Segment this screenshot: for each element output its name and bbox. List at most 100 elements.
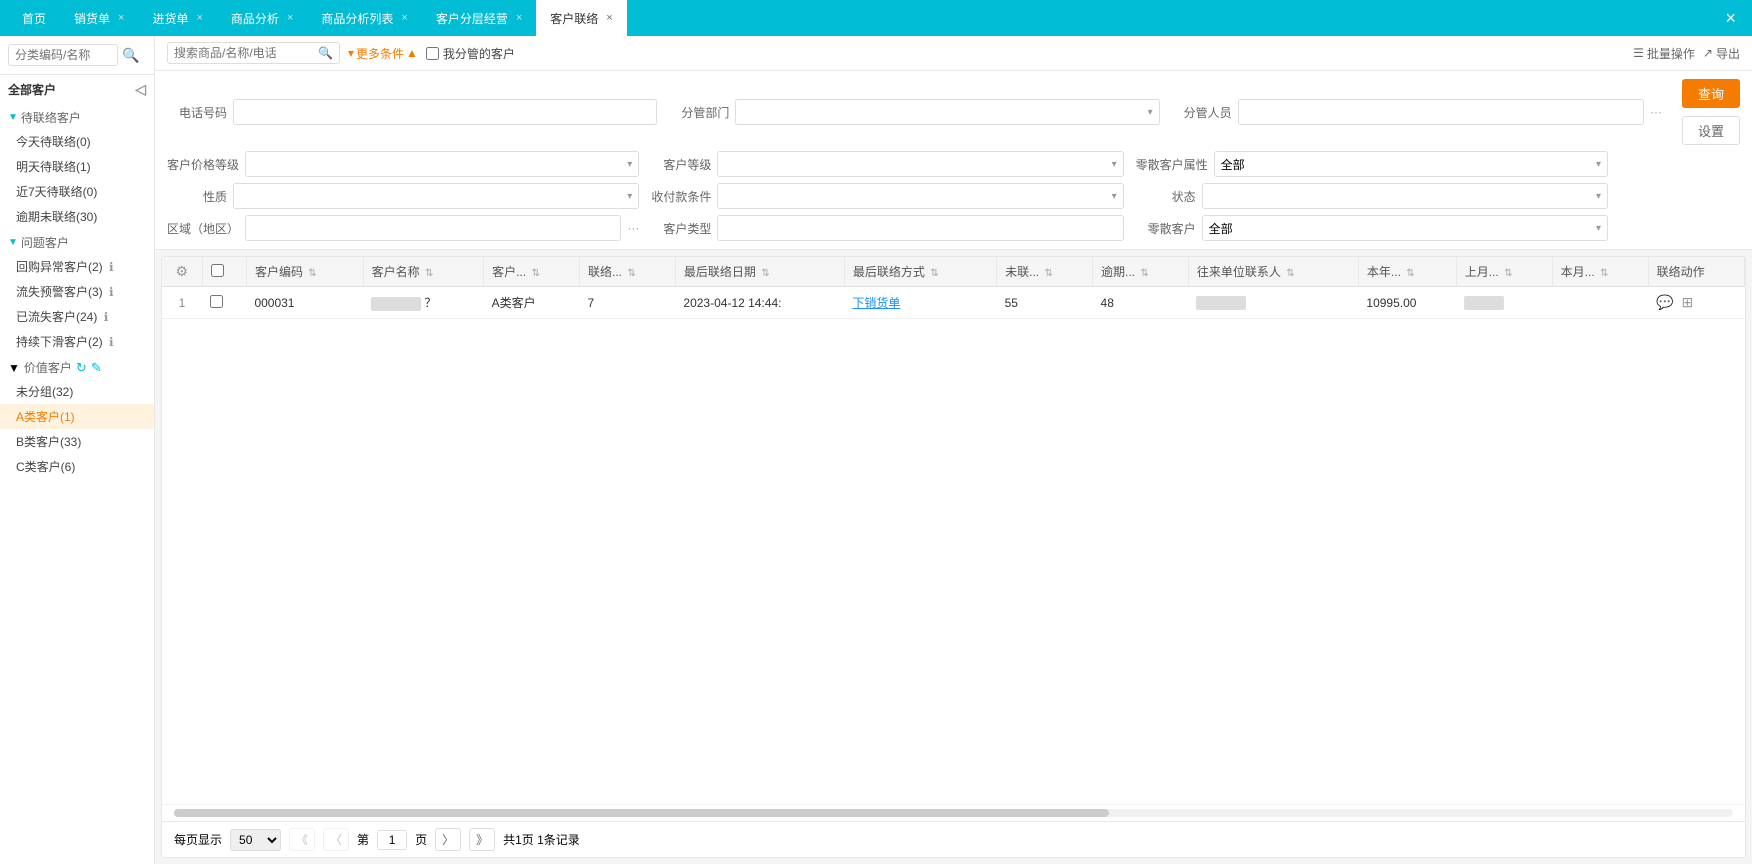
value-arrow-icon: ▼ — [8, 361, 20, 375]
region-more-icon[interactable]: ··· — [627, 221, 639, 235]
sidebar-item-churned[interactable]: 已流失客户(24) ℹ — [0, 304, 154, 329]
scattered-attr-select[interactable]: 全部 ▾ — [1214, 151, 1608, 177]
row-checkbox[interactable] — [210, 295, 223, 308]
hint-icon-declining: ℹ — [109, 335, 114, 349]
sidebar-item-unclassified[interactable]: 未分组(32) — [0, 379, 154, 404]
close-product-analysis[interactable]: × — [287, 12, 293, 24]
col-last-month[interactable]: 上月... ⇅ — [1456, 257, 1552, 287]
sidebar-item-today-pending[interactable]: 今天待联络(0) — [0, 129, 154, 154]
dept-arrow-icon: ▾ — [1148, 107, 1153, 118]
search-input[interactable] — [174, 46, 314, 60]
col-last-month-label: 上月... — [1465, 265, 1499, 279]
settings-button[interactable]: 设置 — [1682, 116, 1740, 145]
sidebar-item-7day-pending[interactable]: 近7天待联络(0) — [0, 179, 154, 204]
sidebar-item-declining[interactable]: 持续下滑客户(2) ℹ — [0, 329, 154, 354]
export-button[interactable]: ↗ 导出 — [1703, 45, 1740, 62]
nav-home[interactable]: 首页 — [8, 0, 60, 36]
horizontal-scrollbar-area — [162, 804, 1745, 821]
col-contact-count[interactable]: 联络... ⇅ — [580, 257, 676, 287]
col-contact-person[interactable]: 往来单位联系人 ⇅ — [1188, 257, 1358, 287]
col-gear: ⚙ — [162, 257, 202, 287]
price-level-select[interactable]: ▾ — [245, 151, 639, 177]
close-customer-contact[interactable]: × — [606, 12, 612, 24]
window-close-button[interactable]: × — [1717, 8, 1744, 29]
more-filters-button[interactable]: ▾ 更多条件 ▲ — [348, 45, 418, 62]
region-input[interactable] — [245, 215, 621, 241]
sort-date-icon: ⇅ — [761, 268, 769, 279]
sidebar-item-tomorrow-pending[interactable]: 明天待联络(1) — [0, 154, 154, 179]
close-customer-segment[interactable]: × — [516, 12, 522, 24]
nature-select[interactable]: ▾ — [233, 183, 639, 209]
sidebar-item-repurchase-abnormal[interactable]: 回购异常客户(2) ℹ — [0, 254, 154, 279]
customer-type-input[interactable] — [717, 215, 1123, 241]
nav-sales-order[interactable]: 销货单 × — [60, 0, 138, 36]
sidebar-search-input[interactable] — [8, 44, 118, 66]
nav-product-analysis-list[interactable]: 商品分析列表 × — [307, 0, 421, 36]
table-header-row: ⚙ 客户编码 ⇅ 客户名称 ⇅ — [162, 257, 1745, 287]
table-scroll[interactable]: ⚙ 客户编码 ⇅ 客户名称 ⇅ — [162, 257, 1745, 804]
payment-select[interactable]: ▾ — [717, 183, 1123, 209]
customer-level-label: 客户等级 — [651, 156, 711, 173]
dept-select[interactable]: ▾ — [735, 99, 1159, 125]
row-action-comment-icon[interactable]: 💬 — [1656, 294, 1673, 311]
row-checkbox-cell — [202, 287, 246, 319]
close-product-analysis-list[interactable]: × — [401, 12, 407, 24]
customer-level-select[interactable]: ▾ — [717, 151, 1123, 177]
payment-label: 收付款条件 — [651, 188, 711, 205]
status-select[interactable]: ▾ — [1202, 183, 1608, 209]
col-customer-name[interactable]: 客户名称 ⇅ — [363, 257, 484, 287]
sidebar-collapse-button[interactable]: ◁ — [135, 81, 146, 98]
col-this-year[interactable]: 本年... ⇅ — [1358, 257, 1456, 287]
page-size-select[interactable]: 50 100 200 — [230, 829, 281, 851]
page-number-input[interactable] — [377, 830, 407, 850]
query-button[interactable]: 查询 — [1682, 79, 1740, 108]
edit-icon[interactable]: ✎ — [91, 360, 102, 376]
row-action-qr-icon[interactable]: ⊞ — [1682, 294, 1694, 311]
nav-product-analysis[interactable]: 商品分析 × — [217, 0, 307, 36]
sidebar-item-class-c[interactable]: C类客户(6) — [0, 454, 154, 479]
next-page-button[interactable]: 〉 — [435, 828, 461, 851]
price-level-label: 客户价格等级 — [167, 156, 239, 173]
scrollbar-track — [174, 809, 1733, 817]
sidebar-item-class-b[interactable]: B类客户(33) — [0, 429, 154, 454]
col-customer-code[interactable]: 客户编码 ⇅ — [246, 257, 363, 287]
sidebar-item-class-a[interactable]: A类客户(1) — [0, 404, 154, 429]
manager-more-icon[interactable]: ··· — [1650, 105, 1662, 119]
prev-page-button[interactable]: 〈 — [323, 828, 349, 851]
all-customers-label: 全部客户 — [8, 81, 56, 98]
last-page-button[interactable]: 》 — [469, 828, 495, 851]
nav-customer-contact[interactable]: 客户联络 × — [536, 0, 626, 36]
phone-input[interactable] — [233, 99, 657, 125]
my-customers-checkbox[interactable] — [426, 47, 439, 60]
col-last-contact-date[interactable]: 最后联络日期 ⇅ — [675, 257, 844, 287]
table-gear-icon[interactable]: ⚙ — [175, 263, 188, 279]
scattered-customer-select[interactable]: 全部 ▾ — [1202, 215, 1608, 241]
sidebar-item-overdue-contact[interactable]: 逾期未联络(30) — [0, 204, 154, 229]
sidebar-item-churn-warning[interactable]: 流失预警客户(3) ℹ — [0, 279, 154, 304]
sort-contact-person-icon: ⇅ — [1286, 268, 1294, 279]
last-contact-link[interactable]: 下销货单 — [852, 296, 900, 310]
row-actions: 💬 ⊞ — [1648, 287, 1744, 319]
filter-search-icon[interactable]: 🔍 — [318, 46, 333, 60]
col-customer-type[interactable]: 客户... ⇅ — [484, 257, 580, 287]
batch-operation-button[interactable]: ☰ 批量操作 — [1633, 45, 1695, 62]
col-last-contact-method[interactable]: 最后联络方式 ⇅ — [844, 257, 996, 287]
hint-icon-churned: ℹ — [104, 310, 109, 324]
manager-input[interactable] — [1238, 99, 1644, 125]
filter-row-1: 电话号码 分管部门 ▾ 分管人员 ··· 查询 设置 — [167, 79, 1740, 145]
nav-customer-segment[interactable]: 客户分层经营 × — [422, 0, 536, 36]
refresh-icon[interactable]: ↻ — [76, 360, 87, 376]
first-page-button[interactable]: 《 — [289, 828, 315, 851]
scrollbar-thumb[interactable] — [174, 809, 1109, 817]
select-all-checkbox[interactable] — [211, 264, 224, 277]
col-this-month[interactable]: 本月... ⇅ — [1552, 257, 1648, 287]
close-purchase-order[interactable]: × — [196, 12, 202, 24]
col-not-contacted[interactable]: 未联... ⇅ — [997, 257, 1093, 287]
col-overdue[interactable]: 逾期... ⇅ — [1093, 257, 1189, 287]
customer-table: ⚙ 客户编码 ⇅ 客户名称 ⇅ — [162, 257, 1745, 319]
hint-icon-churn: ℹ — [109, 285, 114, 299]
close-sales-order[interactable]: × — [118, 12, 124, 24]
sidebar-search-icon[interactable]: 🔍 — [122, 47, 139, 64]
batch-icon: ☰ — [1633, 46, 1644, 60]
nav-purchase-order[interactable]: 进货单 × — [138, 0, 216, 36]
